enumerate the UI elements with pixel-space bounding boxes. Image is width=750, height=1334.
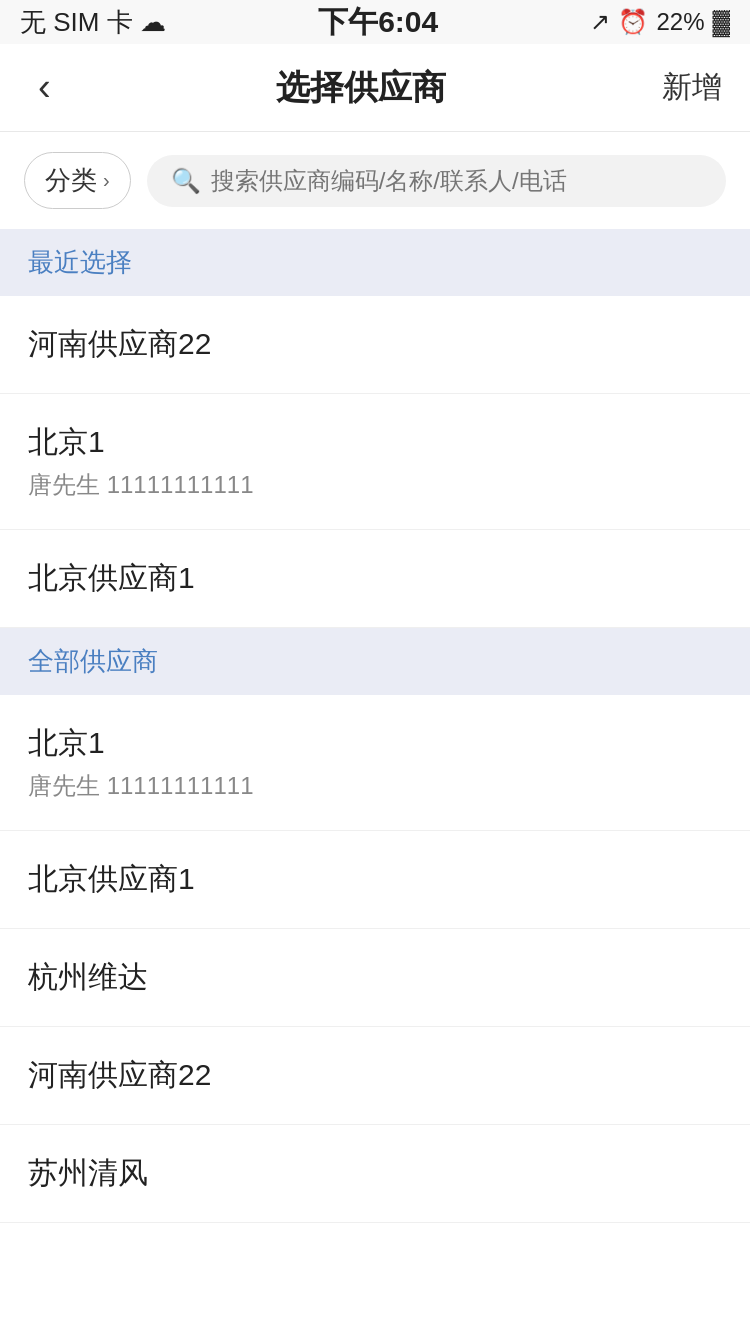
recent-section-label: 最近选择 (28, 247, 132, 277)
list-item[interactable]: 北京1 唐先生 11111111111 (0, 394, 750, 530)
search-box: 🔍 (147, 155, 726, 207)
list-item[interactable]: 河南供应商22 (0, 1027, 750, 1125)
back-button[interactable]: ‹ (28, 56, 61, 119)
sim-status: 无 SIM 卡 ☁ (20, 5, 166, 40)
status-left: 无 SIM 卡 ☁ (20, 5, 166, 40)
location-icon: ↗ (590, 8, 610, 36)
item-contact: 唐先生 11111111111 (28, 770, 722, 802)
item-name: 北京供应商1 (28, 558, 722, 599)
item-name: 河南供应商22 (28, 324, 722, 365)
filter-bar: 分类 › 🔍 (0, 132, 750, 229)
nav-bar: ‹ 选择供应商 新增 (0, 44, 750, 132)
item-name: 河南供应商22 (28, 1055, 722, 1096)
item-name: 北京1 (28, 723, 722, 764)
battery-icon: ▓ (713, 8, 731, 36)
battery-level: 22% (656, 8, 704, 36)
list-item[interactable]: 北京供应商1 (0, 831, 750, 929)
list-item[interactable]: 河南供应商22 (0, 296, 750, 394)
list-item[interactable]: 北京供应商1 (0, 530, 750, 628)
category-label: 分类 (45, 163, 97, 198)
item-name: 苏州清风 (28, 1153, 722, 1194)
item-name: 杭州维达 (28, 957, 722, 998)
search-icon: 🔍 (171, 167, 201, 195)
status-bar: 无 SIM 卡 ☁ 下午6:04 ↗ ⏰ 22% ▓ (0, 0, 750, 44)
item-name: 北京1 (28, 422, 722, 463)
item-contact: 唐先生 11111111111 (28, 469, 722, 501)
page-title: 选择供应商 (276, 65, 446, 111)
all-section-label: 全部供应商 (28, 646, 158, 676)
all-list: 北京1 唐先生 11111111111 北京供应商1 杭州维达 河南供应商22 … (0, 695, 750, 1223)
status-time: 下午6:04 (318, 2, 438, 43)
status-right: ↗ ⏰ 22% ▓ (590, 8, 730, 36)
add-button[interactable]: 新增 (662, 67, 722, 108)
list-item[interactable]: 杭州维达 (0, 929, 750, 1027)
recent-list: 河南供应商22 北京1 唐先生 11111111111 北京供应商1 (0, 296, 750, 628)
list-item[interactable]: 苏州清风 (0, 1125, 750, 1223)
alarm-icon: ⏰ (618, 8, 648, 36)
item-name: 北京供应商1 (28, 859, 722, 900)
list-item[interactable]: 北京1 唐先生 11111111111 (0, 695, 750, 831)
recent-section-header: 最近选择 (0, 229, 750, 296)
chevron-right-icon: › (103, 169, 110, 192)
search-input[interactable] (211, 167, 702, 195)
all-section-header: 全部供应商 (0, 628, 750, 695)
category-filter[interactable]: 分类 › (24, 152, 131, 209)
